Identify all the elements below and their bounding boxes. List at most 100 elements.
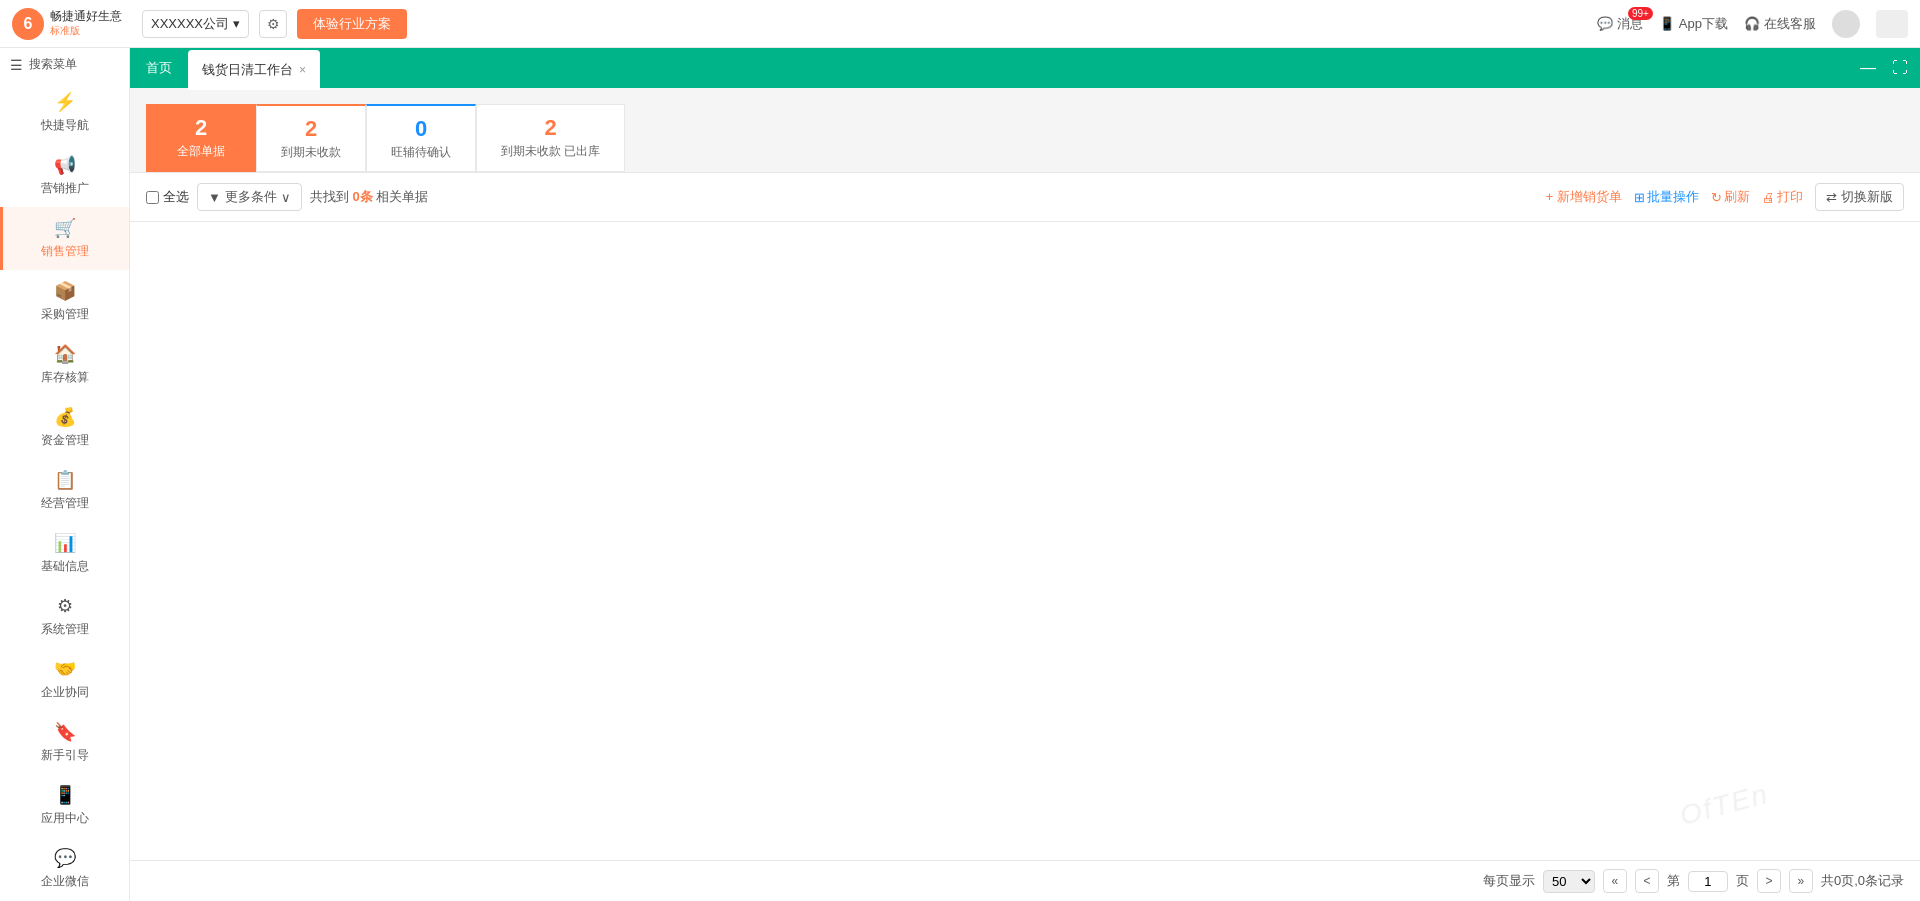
stat-card-wangwang[interactable]: 0 旺辅待确认 [366, 104, 476, 172]
sidebar-item-inventory[interactable]: 🏠 库存核算 [0, 333, 129, 396]
select-all-checkbox[interactable]: 全选 [146, 188, 189, 206]
app-download-button[interactable]: 📱 App下载 [1659, 15, 1728, 33]
sidebar-item-quick-nav[interactable]: ⚡ 快捷导航 [0, 81, 129, 144]
last-page-button[interactable]: » [1789, 869, 1813, 893]
sidebar-item-purchase[interactable]: 📦 采购管理 [0, 270, 129, 333]
sidebar-item-label: 经营管理 [41, 495, 89, 512]
sidebar-item-app-center[interactable]: 📱 应用中心 [0, 774, 129, 837]
messages-button[interactable]: 💬 消息 99+ [1597, 15, 1643, 33]
online-service-button[interactable]: 🎧 在线客服 [1744, 15, 1816, 33]
refresh-label: 刷新 [1724, 188, 1750, 206]
company-selector[interactable]: XXXXXX公司 ▾ [142, 10, 249, 38]
company-name: XXXXXX公司 [151, 15, 229, 33]
quick-nav-icon: ⚡ [54, 91, 76, 113]
prev-page-button[interactable]: < [1635, 869, 1659, 893]
stat-number-overdue-unshipped: 2 [501, 115, 600, 141]
sidebar-item-finance[interactable]: 💰 资金管理 [0, 396, 129, 459]
message-icon: 💬 [1597, 16, 1613, 31]
switch-label: 切换新版 [1841, 188, 1893, 206]
sidebar-item-guide[interactable]: 🔖 新手引导 [0, 711, 129, 774]
sidebar-item-label: 新手引导 [41, 747, 89, 764]
sidebar-item-label: 基础信息 [41, 558, 89, 575]
settings-button[interactable]: ⚙ [259, 10, 287, 38]
sidebar-item-sales[interactable]: 🛒 销售管理 [0, 207, 129, 270]
next-page-button[interactable]: > [1757, 869, 1781, 893]
select-all-label: 全选 [163, 188, 189, 206]
toolbar-left: 全选 ▼ 更多条件 ∨ 共找到 0条 相关单据 [146, 183, 1538, 211]
batch-operation-button[interactable]: ⊞ 批量操作 [1634, 188, 1699, 206]
first-page-button[interactable]: « [1603, 869, 1627, 893]
refresh-icon: ↻ [1711, 190, 1722, 205]
switch-version-button[interactable]: ⇄ 切换新版 [1815, 183, 1904, 211]
sidebar-item-wechat[interactable]: 💬 企业微信 [0, 837, 129, 900]
stat-card-overdue-unpaid[interactable]: 2 到期未收款 [256, 104, 366, 172]
inventory-icon: 🏠 [54, 343, 76, 365]
sidebar-item-system[interactable]: ⚙ 系统管理 [0, 585, 129, 648]
tab-home[interactable]: 首页 [130, 48, 188, 88]
toolbar: 全选 ▼ 更多条件 ∨ 共找到 0条 相关单据 + 新增销货单 [130, 173, 1920, 222]
operation-icon: 📋 [54, 469, 76, 491]
stat-card-all[interactable]: 2 全部单据 [146, 104, 256, 172]
filter-button[interactable]: ▼ 更多条件 ∨ [197, 183, 302, 211]
trial-button[interactable]: 体验行业方案 [297, 9, 407, 39]
avatar[interactable] [1832, 10, 1860, 38]
sidebar-item-cooperation[interactable]: 🤝 企业协同 [0, 648, 129, 711]
logo-text-block: 畅捷通好生意 标准版 [50, 9, 122, 39]
online-service-label: 在线客服 [1764, 15, 1816, 33]
search-menu-button[interactable]: ☰ 搜索菜单 [0, 48, 129, 81]
page-input[interactable] [1688, 871, 1728, 892]
stat-card-overdue-unshipped[interactable]: 2 到期未收款 已出库 [476, 104, 625, 172]
result-count: 0条 [353, 189, 373, 204]
messages-badge: 99+ [1628, 7, 1653, 20]
system-icon: ⚙ [57, 595, 73, 617]
wechat-icon: 💬 [54, 847, 76, 869]
tab-minimize-button[interactable]: — [1856, 55, 1880, 81]
sidebar-item-label: 系统管理 [41, 621, 89, 638]
batch-icon: ⊞ [1634, 190, 1645, 205]
pagination-bar: 每页显示 50 100 « < 第 页 > » [130, 860, 1920, 901]
stat-label-overdue-unpaid: 到期未收款 [281, 144, 341, 161]
sidebar-item-basic-info[interactable]: 📊 基础信息 [0, 522, 129, 585]
table-area [130, 222, 1920, 860]
refresh-button[interactable]: ↻ 刷新 [1711, 188, 1750, 206]
select-all-input[interactable] [146, 191, 159, 204]
switch-icon: ⇄ [1826, 190, 1837, 205]
app-center-icon: 📱 [54, 784, 76, 806]
add-order-button[interactable]: + 新增销货单 [1546, 188, 1622, 206]
tab-current[interactable]: 钱货日清工作台 × [188, 50, 320, 90]
tab-close-icon[interactable]: × [299, 63, 306, 77]
user-menu[interactable] [1876, 10, 1908, 38]
result-text: 共找到 0条 相关单据 [310, 188, 428, 206]
stats-row: 2 全部单据 2 到期未收款 0 旺辅待确认 2 到期未收款 已出库 [130, 88, 1920, 173]
print-button[interactable]: 🖨 打印 [1762, 188, 1803, 206]
app-badge: 标准版 [50, 24, 122, 38]
sidebar-item-marketing[interactable]: 📢 营销推广 [0, 144, 129, 207]
basic-info-icon: 📊 [54, 532, 76, 554]
purchase-icon: 📦 [54, 280, 76, 302]
stat-label-all: 全部单据 [171, 143, 231, 160]
download-icon: 📱 [1659, 16, 1675, 31]
tab-maximize-button[interactable]: ⛶ [1888, 55, 1912, 81]
tab-label: 钱货日清工作台 [202, 61, 293, 79]
total-label: 共0页,0条记录 [1821, 872, 1904, 890]
marketing-icon: 📢 [54, 154, 76, 176]
per-page-select[interactable]: 50 100 [1543, 870, 1595, 893]
logo-icon: 6 [12, 8, 44, 40]
sidebar-item-operation[interactable]: 📋 经营管理 [0, 459, 129, 522]
main-content: 首页 钱货日清工作台 × — ⛶ 2 全部单据 2 到期未收款 [130, 48, 1920, 901]
header: 6 畅捷通好生意 标准版 XXXXXX公司 ▾ ⚙ 体验行业方案 💬 消息 99… [0, 0, 1920, 48]
stat-label-overdue-unshipped: 到期未收款 已出库 [501, 143, 600, 160]
page-content: 2 全部单据 2 到期未收款 0 旺辅待确认 2 到期未收款 已出库 [130, 88, 1920, 901]
batch-label: 批量操作 [1647, 188, 1699, 206]
cooperation-icon: 🤝 [54, 658, 76, 680]
last-page-icon: » [1798, 874, 1805, 888]
stat-label-wangwang: 旺辅待确认 [391, 144, 451, 161]
sidebar-item-label: 企业协同 [41, 684, 89, 701]
result-suffix: 相关单据 [376, 189, 428, 204]
guide-icon: 🔖 [54, 721, 76, 743]
toolbar-right: + 新增销货单 ⊞ 批量操作 ↻ 刷新 🖨 打印 ⇄ [1546, 183, 1904, 211]
result-prefix: 共找到 [310, 189, 349, 204]
app-name: 畅捷通好生意 [50, 9, 122, 25]
sidebar-item-label: 快捷导航 [41, 117, 89, 134]
main-layout: ☰ 搜索菜单 ⚡ 快捷导航 📢 营销推广 🛒 销售管理 📦 采购管理 🏠 库存核… [0, 48, 1920, 901]
